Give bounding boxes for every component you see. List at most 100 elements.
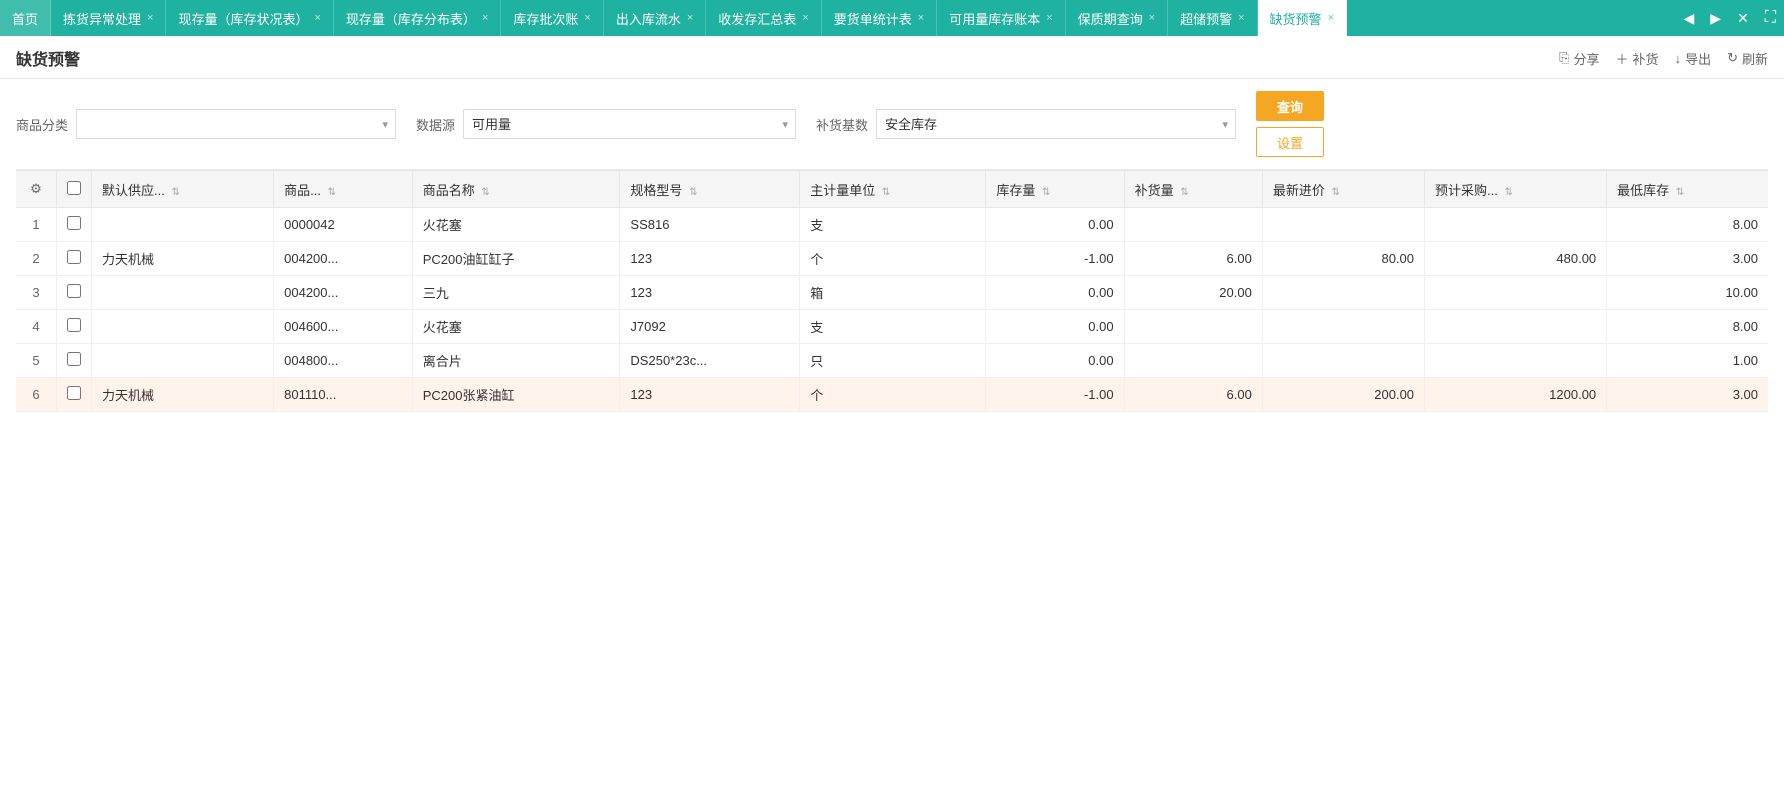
replenish-button[interactable]: ＋ 补货: [1616, 49, 1659, 68]
table-settings-gear-icon[interactable]: ⚙: [26, 179, 46, 199]
page-title: 缺货预警: [16, 46, 80, 70]
th-checkbox: [57, 171, 92, 208]
table-body: 1 0000042 火花塞 SS816 支 0.00 8.00 2 力天机械 0…: [16, 208, 1768, 412]
sort-icon-name[interactable]: ⇅: [481, 187, 489, 198]
category-label: 商品分类: [16, 115, 68, 134]
tab-next-button[interactable]: ▶: [1702, 0, 1729, 36]
td-row-num-4: 4: [16, 310, 57, 344]
row-checkbox-6[interactable]: [67, 386, 81, 400]
sort-icon-supplier[interactable]: ⇅: [171, 187, 179, 198]
tab-fullscreen-button[interactable]: ⛶: [1757, 0, 1784, 36]
sort-icon-replenish[interactable]: ⇅: [1180, 187, 1188, 198]
sort-icon-stock[interactable]: ⇅: [1042, 187, 1050, 198]
tab-batch-account[interactable]: 库存批次账 ×: [501, 0, 603, 36]
td-checkbox-1[interactable]: [57, 208, 92, 242]
sort-icon-min-stock[interactable]: ⇅: [1676, 187, 1684, 198]
td-spec-4: J7092: [620, 310, 800, 344]
table-row[interactable]: 5 004800... 离合片 DS250*23c... 只 0.00 1.00: [16, 344, 1768, 378]
datasource-select-wrapper: 可用量 库存量 ▾: [463, 109, 796, 139]
sort-icon-latest-price[interactable]: ⇅: [1331, 187, 1339, 198]
td-latest-price-1: [1262, 208, 1424, 242]
table-row[interactable]: 2 力天机械 004200... PC200油缸缸子 123 个 -1.00 6…: [16, 242, 1768, 276]
sort-icon-code[interactable]: ⇅: [328, 187, 336, 198]
tab-shortage[interactable]: 缺货预警 ×: [1258, 0, 1347, 36]
tab-close-inventory-status[interactable]: ×: [314, 12, 320, 24]
tab-close-flow[interactable]: ×: [687, 12, 693, 24]
setting-button[interactable]: 设置: [1256, 127, 1324, 157]
sort-icon-spec[interactable]: ⇅: [689, 187, 697, 198]
tab-flow[interactable]: 出入库流水 ×: [604, 0, 706, 36]
filter-bar: 商品分类 ▾ 数据源 可用量 库存量 ▾ 补货基数: [0, 79, 1784, 169]
tab-close-shortage[interactable]: ×: [1328, 12, 1334, 24]
td-unit-4: 支: [800, 310, 986, 344]
refresh-button[interactable]: ↻ 刷新: [1727, 49, 1768, 68]
sort-icon-est-purchase[interactable]: ⇅: [1505, 187, 1513, 198]
td-min-stock-3: 10.00: [1607, 276, 1768, 310]
table-header-row: ⚙ 默认供应... ⇅ 商品... ⇅ 商品名称 ⇅: [16, 171, 1768, 208]
sort-icon-unit[interactable]: ⇅: [882, 187, 890, 198]
td-supplier-5: [92, 344, 274, 378]
tab-proc-anomaly[interactable]: 拣货异常处理 ×: [51, 0, 166, 36]
datasource-select[interactable]: 可用量 库存量: [463, 109, 796, 139]
tab-close-order-stat[interactable]: ×: [918, 12, 924, 24]
td-est-purchase-6: 1200.00: [1425, 378, 1607, 412]
table-row[interactable]: 4 004600... 火花塞 J7092 支 0.00 8.00: [16, 310, 1768, 344]
td-checkbox-4[interactable]: [57, 310, 92, 344]
td-checkbox-2[interactable]: [57, 242, 92, 276]
td-checkbox-3[interactable]: [57, 276, 92, 310]
main-content: 缺货预警 ⎘ 分享 ＋ 补货 ↓ 导出 ↻ 刷新 商品分类: [0, 36, 1784, 796]
select-all-checkbox[interactable]: [67, 181, 81, 195]
tab-home[interactable]: 首页: [0, 0, 51, 36]
replenish-icon: ＋: [1616, 49, 1629, 68]
td-est-purchase-3: [1425, 276, 1607, 310]
row-checkbox-3[interactable]: [67, 284, 81, 298]
td-min-stock-6: 3.00: [1607, 378, 1768, 412]
td-spec-6: 123: [620, 378, 800, 412]
td-latest-price-6: 200.00: [1262, 378, 1424, 412]
tab-close-overstock[interactable]: ×: [1238, 12, 1244, 24]
td-spec-2: 123: [620, 242, 800, 276]
share-button[interactable]: ⎘ 分享: [1559, 49, 1599, 68]
tab-close-proc-anomaly[interactable]: ×: [147, 12, 153, 24]
tab-overstock[interactable]: 超储预警 ×: [1168, 0, 1257, 36]
tab-collect-summary[interactable]: 收发存汇总表 ×: [706, 0, 821, 36]
td-checkbox-5[interactable]: [57, 344, 92, 378]
th-spec: 规格型号 ⇅: [620, 171, 800, 208]
td-unit-6: 个: [800, 378, 986, 412]
td-replenish-qty-4: [1124, 310, 1262, 344]
td-name-1: 火花塞: [412, 208, 620, 242]
th-product-name: 商品名称 ⇅: [412, 171, 620, 208]
row-checkbox-1[interactable]: [67, 216, 81, 230]
tab-inventory-status[interactable]: 现存量（库存状况表） ×: [166, 0, 333, 36]
td-row-num-2: 2: [16, 242, 57, 276]
category-select[interactable]: [76, 109, 396, 139]
tab-close-collect-summary[interactable]: ×: [802, 12, 808, 24]
tab-close-batch-account[interactable]: ×: [584, 12, 590, 24]
th-default-supplier: 默认供应... ⇅: [92, 171, 274, 208]
row-checkbox-2[interactable]: [67, 250, 81, 264]
tab-expiry-query[interactable]: 保质期查询 ×: [1066, 0, 1168, 36]
table-row[interactable]: 1 0000042 火花塞 SS816 支 0.00 8.00: [16, 208, 1768, 242]
td-min-stock-1: 8.00: [1607, 208, 1768, 242]
td-checkbox-6[interactable]: [57, 378, 92, 412]
tab-prev-button[interactable]: ◀: [1676, 0, 1703, 36]
table-row[interactable]: 3 004200... 三九 123 箱 0.00 20.00 10.00: [16, 276, 1768, 310]
th-min-stock: 最低库存 ⇅: [1607, 171, 1768, 208]
page-header: 缺货预警 ⎘ 分享 ＋ 补货 ↓ 导出 ↻ 刷新: [0, 36, 1784, 79]
tab-close-available-ledger[interactable]: ×: [1046, 12, 1052, 24]
row-checkbox-5[interactable]: [67, 352, 81, 366]
tab-available-ledger[interactable]: 可用量库存账本 ×: [937, 0, 1065, 36]
th-unit: 主计量单位 ⇅: [800, 171, 986, 208]
tab-order-stat[interactable]: 要货单统计表 ×: [822, 0, 937, 36]
replenish-basis-select[interactable]: 安全库存 最低库存: [876, 109, 1236, 139]
tab-close-current-button[interactable]: ✕: [1729, 0, 1757, 36]
row-checkbox-4[interactable]: [67, 318, 81, 332]
table-row[interactable]: 6 力天机械 801110... PC200张紧油缸 123 个 -1.00 6…: [16, 378, 1768, 412]
tab-close-expiry-query[interactable]: ×: [1149, 12, 1155, 24]
query-button[interactable]: 查询: [1256, 91, 1324, 121]
td-stock-qty-4: 0.00: [986, 310, 1124, 344]
tab-close-inventory-dist[interactable]: ×: [482, 12, 488, 24]
tab-inventory-dist[interactable]: 现存量（库存分布表） ×: [334, 0, 501, 36]
td-replenish-qty-5: [1124, 344, 1262, 378]
export-button[interactable]: ↓ 导出: [1675, 49, 1712, 68]
